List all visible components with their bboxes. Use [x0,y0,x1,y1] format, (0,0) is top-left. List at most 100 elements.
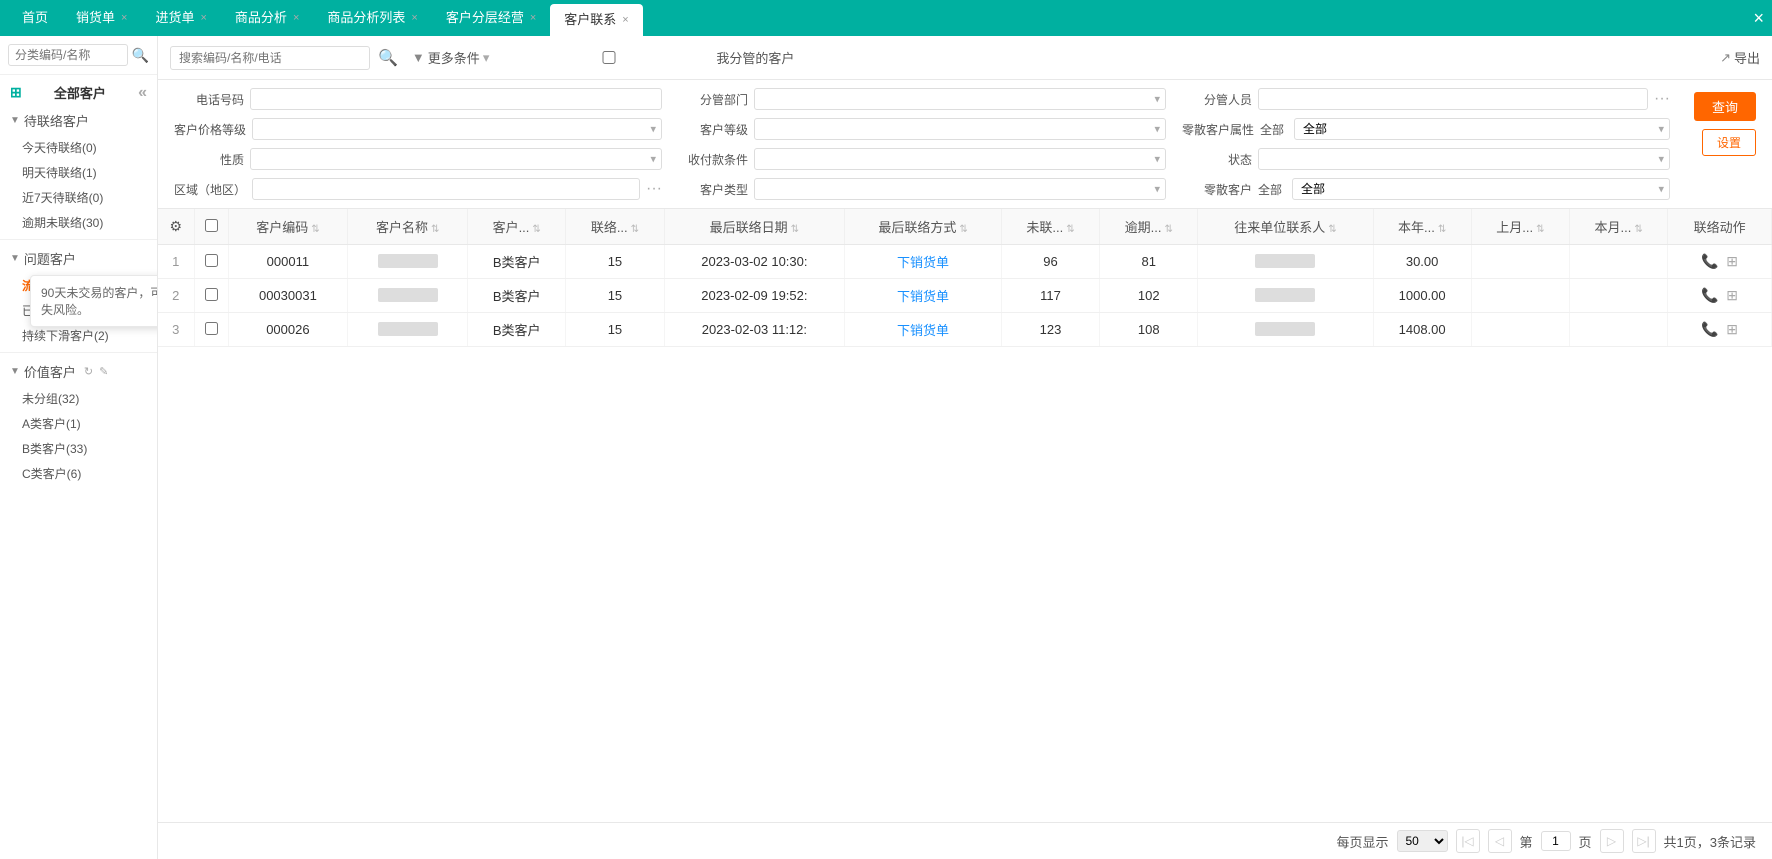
row-checkbox-0[interactable] [205,254,218,267]
table-body: 1 000011 B类客户 15 2023-03-02 10:30: 下销货单 … [158,245,1772,347]
top-nav: 首页 销货单 × 进货单 × 商品分析 × 商品分析列表 × 客户分层经营 × … [0,0,1772,36]
last-page-btn[interactable]: ▷| [1632,829,1656,853]
customer-grade-select[interactable] [754,118,1166,140]
export-btn[interactable]: ↗ 导出 [1720,48,1760,67]
nav-tab-analysis-list[interactable]: 商品分析列表 × [313,0,431,36]
sidebar-item-7days[interactable]: 近7天待联络(0) [0,185,157,210]
phone-input[interactable] [250,88,662,110]
group-problem-customers[interactable]: ▼ 问题客户 [0,244,157,273]
row-checkbox-2[interactable] [205,322,218,335]
retail-attr-select[interactable]: 全部 [1294,118,1670,140]
refresh-icon[interactable]: ↻ [84,365,93,378]
th-last-date[interactable]: 最后联络日期⇅ [664,209,845,245]
sidebar-item-today[interactable]: 今天待联络(0) [0,135,157,160]
th-last-method[interactable]: 最后联络方式⇅ [845,209,1002,245]
total-records: 共1页，3条记录 [1664,832,1756,851]
cell-checkbox[interactable] [194,279,228,313]
nav-tab-customer-tier[interactable]: 客户分层经营 × [432,0,550,36]
price-grade-select[interactable] [252,118,662,140]
person-dots-btn[interactable]: ··· [1654,90,1670,108]
query-button[interactable]: 查询 [1694,92,1756,121]
sidebar-item-class-b[interactable]: B类客户(33) [0,436,157,461]
contact-action-icon[interactable]: 📞 [1701,321,1718,337]
close-purchase-tab[interactable]: × [200,0,206,36]
retail-select[interactable]: 全部 [1292,178,1670,200]
nature-select[interactable] [250,148,662,170]
customer-type-select[interactable] [754,178,1166,200]
search-input[interactable] [170,46,370,70]
last-method-link[interactable]: 下销货单 [897,323,949,338]
last-method-link[interactable]: 下销货单 [897,289,949,304]
my-customers-checkbox[interactable]: 我分管的客户 [503,44,800,71]
payment-select[interactable] [754,148,1166,170]
close-customer-contact-tab[interactable]: × [622,4,628,36]
nav-tab-analysis[interactable]: 商品分析 × [221,0,313,36]
th-settings[interactable]: ⚙ [158,209,194,245]
first-page-btn[interactable]: |◁ [1456,829,1480,853]
th-last-month[interactable]: 上月...⇅ [1471,209,1569,245]
edit-icon[interactable]: ✎ [99,365,108,378]
th-code[interactable]: 客户编码⇅ [228,209,348,245]
close-analysis-list-tab[interactable]: × [411,0,417,36]
cell-last-method[interactable]: 下销货单 [845,313,1002,347]
contact-action-icon[interactable]: 📞 [1701,287,1718,303]
th-checkbox[interactable] [194,209,228,245]
contact-action-icon[interactable]: 📞 [1701,253,1718,269]
more-action-icon[interactable]: ⊞ [1726,321,1738,337]
row-checkbox-1[interactable] [205,288,218,301]
page-size-select[interactable]: 50 100 200 [1397,830,1448,852]
cell-last-method[interactable]: 下销货单 [845,245,1002,279]
more-conditions-btn[interactable]: ▼ 更多条件 ▾ [406,44,495,71]
status-select[interactable] [1258,148,1670,170]
close-customer-tier-tab[interactable]: × [530,0,536,36]
more-action-icon[interactable]: ⊞ [1726,287,1738,303]
search-btn[interactable]: 🔍 [378,48,398,68]
filter-bar: 🔍 ▼ 更多条件 ▾ 我分管的客户 ↗ 导出 [158,36,1772,80]
next-page-btn[interactable]: ▷ [1600,829,1624,853]
group-value-customers[interactable]: ▼ 价值客户 ↻ ✎ [0,357,157,386]
group-pending-contact[interactable]: ▼ 待联络客户 [0,106,157,135]
th-contact-person[interactable]: 往来单位联系人⇅ [1198,209,1373,245]
cell-contact-person [1198,279,1373,313]
sidebar-search-icon[interactable]: 🔍 [132,47,149,64]
th-overdue[interactable]: 逾期...⇅ [1100,209,1198,245]
sidebar-collapse-btn[interactable]: « [138,84,147,102]
filter-row-3: 性质 收付款条件 状态 [174,148,1670,170]
dept-select[interactable] [754,88,1166,110]
prev-page-btn[interactable]: ◁ [1488,829,1512,853]
th-this-year[interactable]: 本年...⇅ [1373,209,1471,245]
close-all-btn[interactable]: × [1753,0,1764,36]
th-name[interactable]: 客户名称⇅ [348,209,468,245]
settings-icon[interactable]: ⚙ [169,218,182,234]
close-analysis-tab[interactable]: × [293,0,299,36]
sidebar-item-class-a[interactable]: A类客户(1) [0,411,157,436]
th-this-month[interactable]: 本月...⇅ [1570,209,1668,245]
th-contact[interactable]: 联络...⇅ [566,209,664,245]
th-type[interactable]: 客户...⇅ [468,209,566,245]
more-action-icon[interactable]: ⊞ [1726,253,1738,269]
my-customers-check[interactable] [509,51,709,64]
setting-button[interactable]: 设置 [1702,129,1756,156]
select-all-checkbox[interactable] [205,219,218,232]
last-method-link[interactable]: 下销货单 [897,255,949,270]
sidebar-item-tomorrow[interactable]: 明天待联络(1) [0,160,157,185]
sidebar-item-class-c[interactable]: C类客户(6) [0,461,157,486]
region-input[interactable] [252,178,640,200]
group-value-label: 价值客户 [24,362,76,381]
nav-tab-sales[interactable]: 销货单 × [62,0,141,36]
person-input[interactable] [1258,88,1648,110]
nav-tab-home[interactable]: 首页 [8,0,62,36]
close-sales-tab[interactable]: × [121,0,127,36]
th-not-contacted[interactable]: 未联...⇅ [1001,209,1099,245]
filter-retail: 零散客户 全部 全部 [1182,178,1670,200]
page-number-input[interactable] [1541,831,1571,851]
nav-tab-purchase[interactable]: 进货单 × [141,0,220,36]
nav-tab-customer-contact[interactable]: 客户联系 × [550,4,642,36]
cell-checkbox[interactable] [194,313,228,347]
sidebar-search-input[interactable] [8,44,128,66]
cell-last-method[interactable]: 下销货单 [845,279,1002,313]
sidebar-item-overdue-contact[interactable]: 逾期未联络(30) [0,210,157,235]
region-dots-btn[interactable]: ··· [646,180,662,198]
sidebar-item-unclassified[interactable]: 未分组(32) [0,386,157,411]
cell-checkbox[interactable] [194,245,228,279]
